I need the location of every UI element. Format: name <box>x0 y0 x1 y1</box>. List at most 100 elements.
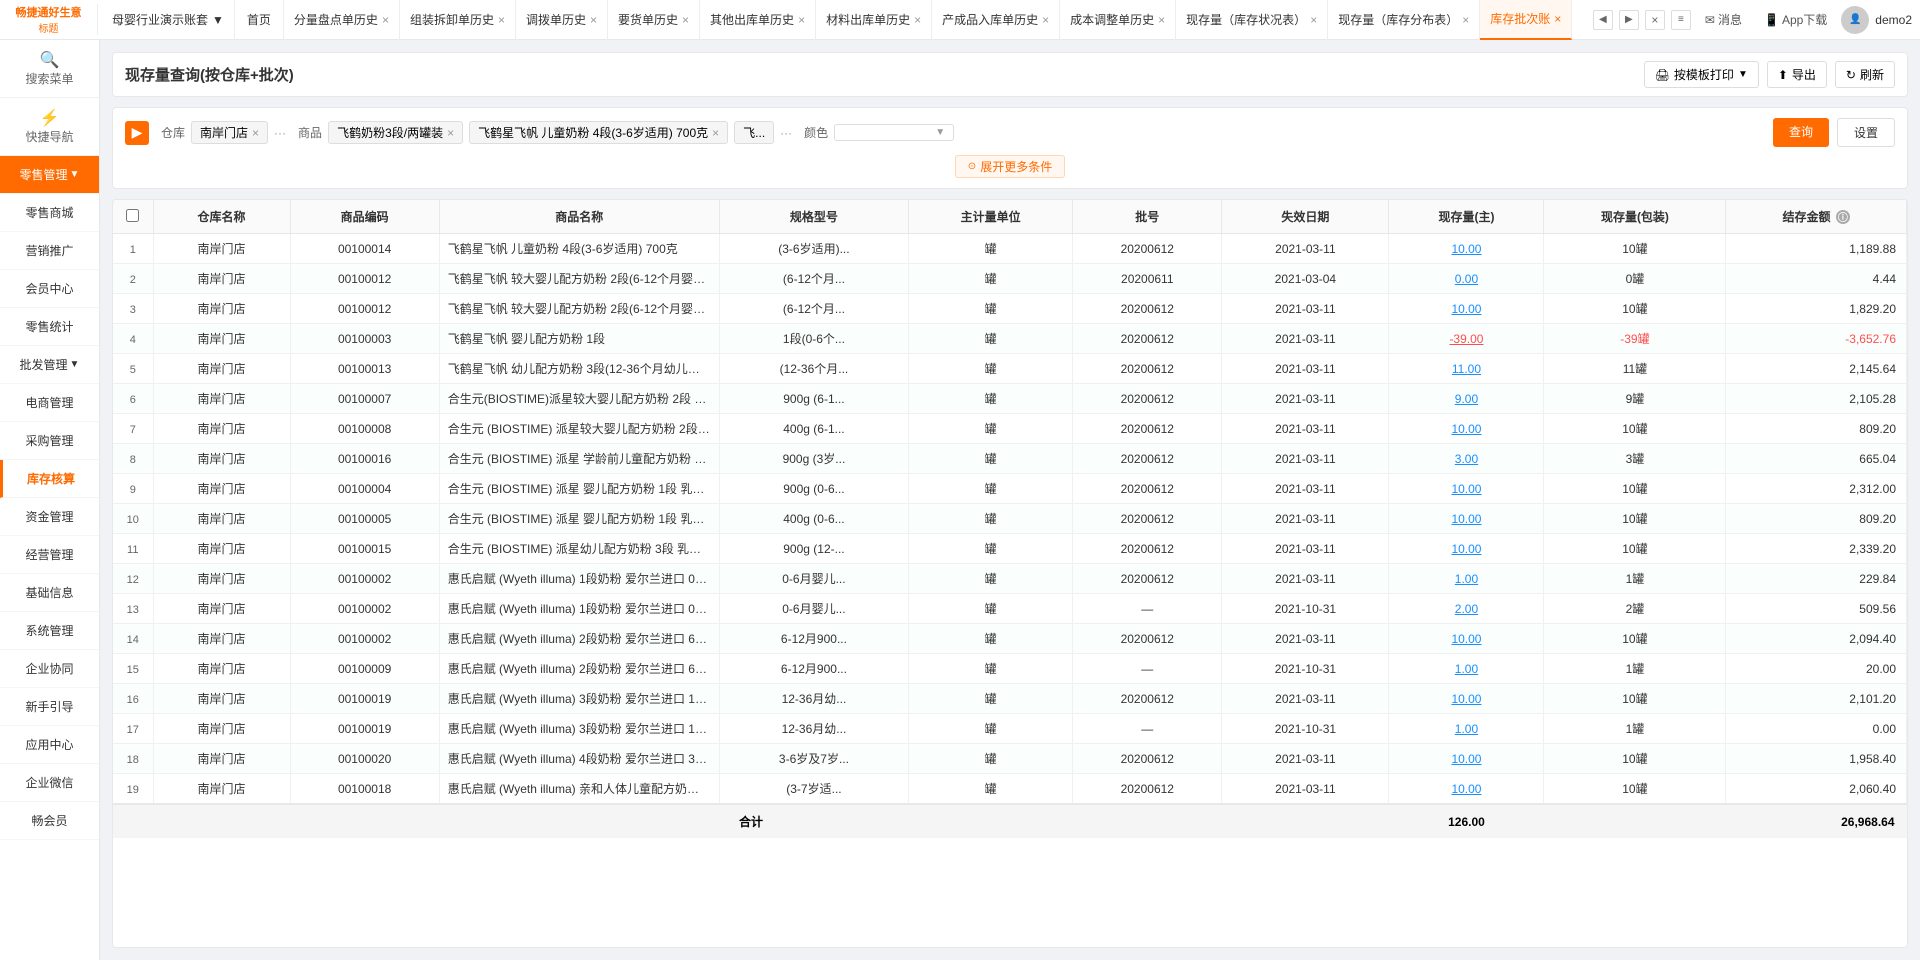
cell-stock-main[interactable]: 10.00 <box>1389 294 1544 324</box>
cell-stock-main[interactable]: 10.00 <box>1389 414 1544 444</box>
cell-stock-main[interactable]: 10.00 <box>1389 534 1544 564</box>
tab-8[interactable]: 成本调整单历史 × <box>1060 0 1176 40</box>
warehouse-dots[interactable]: ··· <box>274 126 286 140</box>
tab-7[interactable]: 产成品入库单历史 × <box>932 0 1060 40</box>
sidebar-item-retail-stats[interactable]: 零售统计 <box>0 308 99 346</box>
cell-stock-main[interactable]: 10.00 <box>1389 774 1544 805</box>
sidebar-item-wholesale[interactable]: 批发管理▼ <box>0 346 99 384</box>
cell-stock-main[interactable]: 0.00 <box>1389 264 1544 294</box>
tab-4[interactable]: 要货单历史 × <box>608 0 700 40</box>
product-tag-1-close-icon[interactable]: × <box>447 126 454 140</box>
cell-name: 合生元 (BIOSTIME) 派星 学龄前儿童配方奶粉 4段 <box>439 444 719 474</box>
cell-stock-main[interactable]: 10.00 <box>1389 684 1544 714</box>
color-dropdown[interactable]: ▼ <box>834 124 954 141</box>
table-container: 仓库名称 商品编码 商品名称 规格型号 主计量单位 批号 失效日期 现存量(主)… <box>112 199 1908 948</box>
cell-batch: 20200612 <box>1073 294 1222 324</box>
nav-prev-arrow[interactable]: ◀ <box>1593 10 1613 30</box>
cell-expire: 2021-03-11 <box>1222 324 1389 354</box>
sidebar-item-ecommerce-retail[interactable]: 零售商城 <box>0 194 99 232</box>
username[interactable]: demo2 <box>1875 13 1912 27</box>
user-avatar[interactable]: 👤 <box>1841 6 1869 34</box>
tab-active[interactable]: 库存批次账 × <box>1480 0 1572 40</box>
product-tag-1[interactable]: 飞鹤奶粉3段/两罐装 × <box>328 121 463 144</box>
tab-more-btn[interactable]: ≡ <box>1671 10 1691 30</box>
sidebar-item-apps[interactable]: 应用中心 <box>0 726 99 764</box>
query-btn[interactable]: 查询 <box>1773 118 1829 147</box>
warehouse-tag[interactable]: 南岸门店 × <box>191 121 268 144</box>
cell-stock-main[interactable]: 10.00 <box>1389 744 1544 774</box>
sidebar-item-members[interactable]: 会员中心 <box>0 270 99 308</box>
cell-stock-main[interactable]: -39.00 <box>1389 324 1544 354</box>
app-download-btn[interactable]: 📱 App下载 <box>1756 11 1835 28</box>
row-number: 9 <box>130 484 136 496</box>
filter-toggle-btn[interactable]: ▶ <box>125 121 149 145</box>
sidebar-item-basics[interactable]: 基础信息 <box>0 574 99 612</box>
settings-btn[interactable]: 设置 <box>1837 118 1895 147</box>
export-btn[interactable]: ⬆ 导出 <box>1767 61 1827 88</box>
table-row: 1 南岸门店 00100014 飞鹤星飞帆 儿童奶粉 4段(3-6岁适用) 70… <box>113 234 1907 264</box>
tab-3[interactable]: 调拨单历史 × <box>516 0 608 40</box>
nav-next-arrow[interactable]: ▶ <box>1619 10 1639 30</box>
cell-stock-main[interactable]: 3.00 <box>1389 444 1544 474</box>
cell-balance: 4.44 <box>1726 264 1907 294</box>
sidebar-item-cooperation[interactable]: 企业协同 <box>0 650 99 688</box>
color-filter: 颜色 ▼ <box>804 124 954 141</box>
cell-stock-main[interactable]: 1.00 <box>1389 654 1544 684</box>
print-btn[interactable]: 🖨 按模板打印 ▼ <box>1644 61 1759 88</box>
cell-stock-main[interactable]: 10.00 <box>1389 474 1544 504</box>
sidebar-item-finance[interactable]: 资金管理 <box>0 498 99 536</box>
sidebar-item-purchase[interactable]: 采购管理 <box>0 422 99 460</box>
cell-stock-main[interactable]: 10.00 <box>1389 234 1544 264</box>
sidebar-item-operations[interactable]: 经营管理 <box>0 536 99 574</box>
sidebar-item-inventory[interactable]: 库存核算 <box>0 460 99 498</box>
sidebar-item-system[interactable]: 系统管理 <box>0 612 99 650</box>
cell-stock-main[interactable]: 10.00 <box>1389 504 1544 534</box>
expand-conditions-btn[interactable]: ⊙ 展开更多条件 <box>955 155 1065 178</box>
cell-stock-main[interactable]: 2.00 <box>1389 594 1544 624</box>
col-header-warehouse: 仓库名称 <box>153 200 290 234</box>
col-header-checkbox[interactable] <box>113 200 153 234</box>
cell-name: 飞鹤星飞帆 儿童奶粉 4段(3-6岁适用) 700克 <box>439 234 719 264</box>
refresh-btn[interactable]: ↻ 刷新 <box>1835 61 1895 88</box>
cell-balance: 2,060.40 <box>1726 774 1907 805</box>
tab-1[interactable]: 分量盘点单历史 × <box>284 0 400 40</box>
cell-unit: 罐 <box>909 294 1073 324</box>
product-dots[interactable]: ··· <box>780 126 792 140</box>
table-row: 13 南岸门店 00100002 惠氏启赋 (Wyeth illuma) 1段奶… <box>113 594 1907 624</box>
cell-stock-main[interactable]: 9.00 <box>1389 384 1544 414</box>
cell-stock-main[interactable]: 1.00 <box>1389 564 1544 594</box>
message-btn[interactable]: ✉ 消息 <box>1697 11 1750 28</box>
tab-home[interactable]: 首页 <box>235 0 284 40</box>
sidebar-item-retail[interactable]: 零售管理▼ <box>0 156 99 194</box>
tab-close-btn[interactable]: × <box>1645 10 1665 30</box>
tab-6[interactable]: 材料出库单历史 × <box>816 0 932 40</box>
cell-spec: (6-12个月... <box>719 294 908 324</box>
product-tag-3[interactable]: 飞... <box>734 121 774 144</box>
select-all-checkbox[interactable] <box>126 209 139 222</box>
cell-expire: 2021-03-11 <box>1222 684 1389 714</box>
cell-stock-main[interactable]: 1.00 <box>1389 714 1544 744</box>
warehouse-tag-close-icon[interactable]: × <box>252 126 259 140</box>
info-icon[interactable]: ⓘ <box>1836 210 1850 224</box>
cell-balance: 20.00 <box>1726 654 1907 684</box>
sidebar-item-wechat[interactable]: 企业微信 <box>0 764 99 802</box>
sidebar-item-vip[interactable]: 畅会员 <box>0 802 99 840</box>
sidebar-item-ecommerce[interactable]: 电商管理 <box>0 384 99 422</box>
product-tag-2[interactable]: 飞鹤星飞帆 儿童奶粉 4段(3-6岁适用) 700克 × <box>469 121 728 144</box>
tab-10[interactable]: 现存量（库存分布表） × <box>1328 0 1480 40</box>
tab-9[interactable]: 现存量（库存状况表） × <box>1176 0 1328 40</box>
product-tag-2-close-icon[interactable]: × <box>712 126 719 140</box>
sidebar-item-marketing[interactable]: 营销推广 <box>0 232 99 270</box>
industry-dropdown[interactable]: 母婴行业演示账套 ▼ <box>102 0 235 40</box>
tab-2[interactable]: 组装拆卸单历史 × <box>400 0 516 40</box>
quick-nav-btn[interactable]: ⚡ 快捷导航 <box>0 98 99 156</box>
search-menu-btn[interactable]: 🔍 搜索菜单 <box>0 40 99 98</box>
table-row: 9 南岸门店 00100004 合生元 (BIOSTIME) 派星 婴儿配方奶粉… <box>113 474 1907 504</box>
tab-5[interactable]: 其他出库单历史 × <box>700 0 816 40</box>
cell-balance: 2,145.64 <box>1726 354 1907 384</box>
cell-stock-main[interactable]: 10.00 <box>1389 624 1544 654</box>
cell-stock-main[interactable]: 11.00 <box>1389 354 1544 384</box>
cell-unit: 罐 <box>909 414 1073 444</box>
sidebar-item-guide[interactable]: 新手引导 <box>0 688 99 726</box>
chevron-down-icon: ▼ <box>70 169 80 180</box>
